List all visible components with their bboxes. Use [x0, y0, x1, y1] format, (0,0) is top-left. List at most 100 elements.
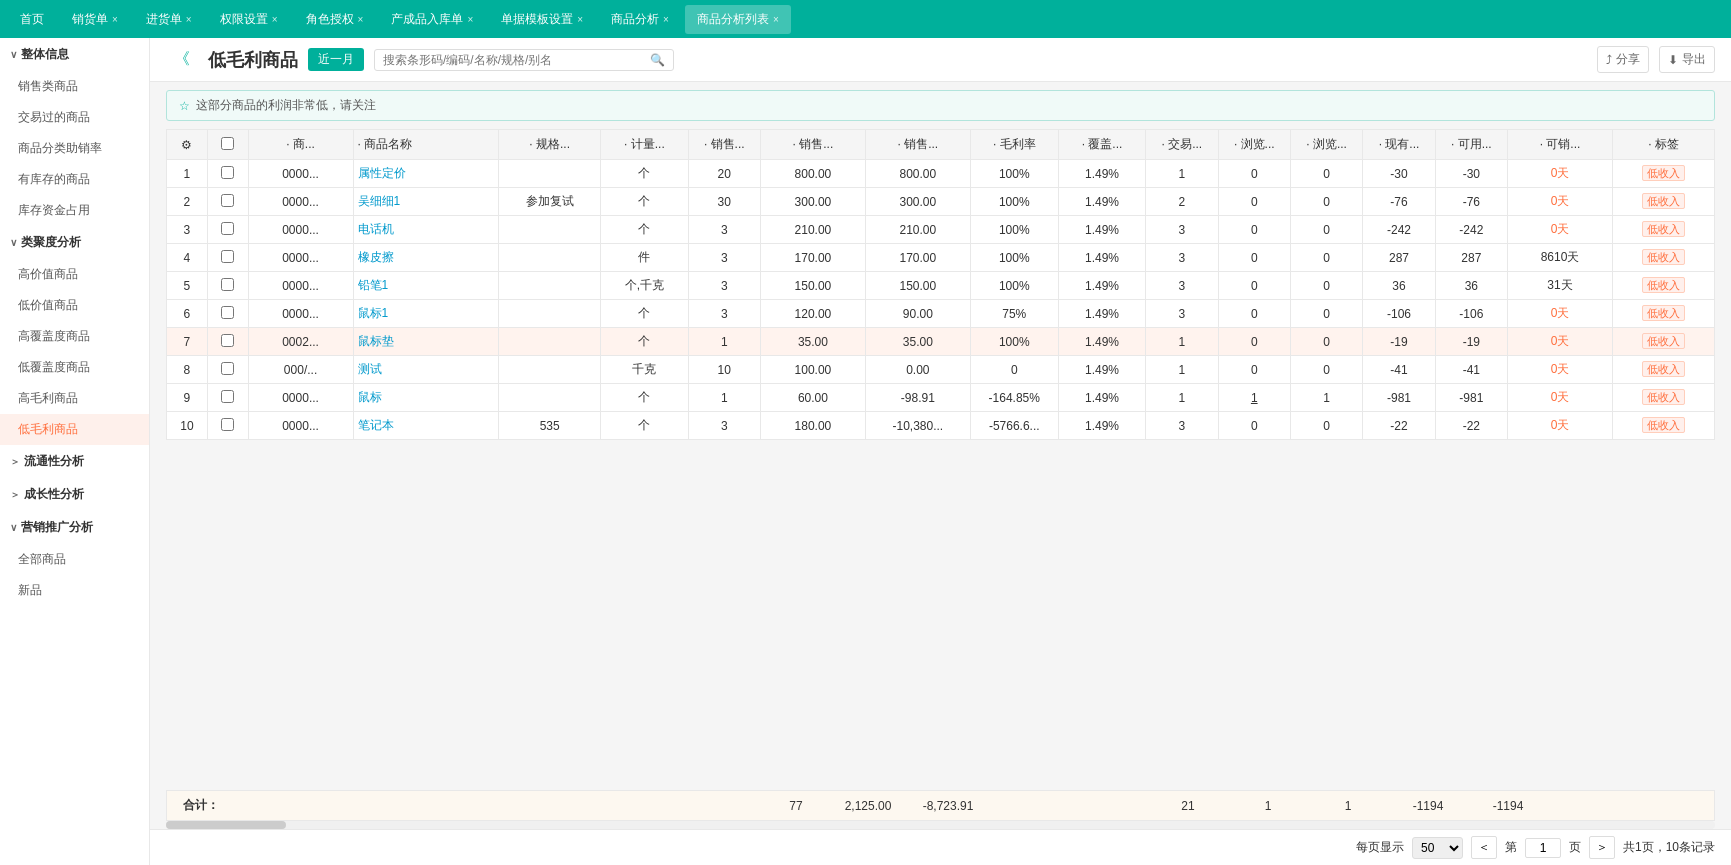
- sidebar-item-low-margin[interactable]: 低毛利商品: [0, 414, 149, 445]
- nav-close-icon[interactable]: ×: [577, 14, 583, 25]
- row-view1: 0: [1218, 188, 1290, 216]
- row-name[interactable]: 铅笔1: [353, 272, 499, 300]
- sidebar-group-circulation[interactable]: ＞ 流通性分析: [0, 445, 149, 478]
- sidebar-item-sales-goods[interactable]: 销售类商品: [0, 71, 149, 102]
- row-name[interactable]: 鼠标1: [353, 300, 499, 328]
- collapse-sidebar-button[interactable]: 《: [166, 49, 198, 70]
- data-table-wrapper[interactable]: ⚙ · 商... · 商品名称 · 规格... · 计量... · 销售... …: [166, 129, 1715, 790]
- row-name[interactable]: 吴细细1: [353, 188, 499, 216]
- row-checkbox[interactable]: [207, 160, 248, 188]
- sidebar-group-cluster[interactable]: ∨ 类聚度分析: [0, 226, 149, 259]
- sidebar-item-traded-goods[interactable]: 交易过的商品: [0, 102, 149, 133]
- row-available: -106: [1435, 300, 1507, 328]
- row-select-checkbox[interactable]: [221, 334, 234, 347]
- nav-role-auth[interactable]: 角色授权 ×: [294, 5, 376, 34]
- sidebar-group-marketing[interactable]: ∨ 营销推广分析: [0, 511, 149, 544]
- row-checkbox[interactable]: [207, 384, 248, 412]
- col-coverage-header: · 覆盖...: [1058, 130, 1145, 160]
- col-view2-header: · 浏览...: [1290, 130, 1362, 160]
- sidebar-item-new-goods[interactable]: 新品: [0, 575, 149, 606]
- row-checkbox[interactable]: [207, 328, 248, 356]
- col-settings[interactable]: ⚙: [167, 130, 208, 160]
- row-sales-qty: 3: [688, 412, 760, 440]
- row-sales-amount: 100.00: [760, 356, 865, 384]
- row-name[interactable]: 属性定价: [353, 160, 499, 188]
- row-select-checkbox[interactable]: [221, 418, 234, 431]
- row-saleable: 0天: [1508, 328, 1613, 356]
- nav-close-icon[interactable]: ×: [773, 14, 779, 25]
- row-select-checkbox[interactable]: [221, 278, 234, 291]
- row-name[interactable]: 电话机: [353, 216, 499, 244]
- sidebar-item-low-value[interactable]: 低价值商品: [0, 290, 149, 321]
- horizontal-scrollbar[interactable]: [166, 821, 1715, 829]
- row-sales-profit: 150.00: [865, 272, 970, 300]
- row-checkbox[interactable]: [207, 272, 248, 300]
- search-input[interactable]: [383, 53, 650, 67]
- row-checkbox[interactable]: [207, 300, 248, 328]
- sidebar-item-high-margin[interactable]: 高毛利商品: [0, 383, 149, 414]
- scrollbar-thumb[interactable]: [166, 821, 286, 829]
- nav-product-analysis-list[interactable]: 商品分析列表 ×: [685, 5, 791, 34]
- row-checkbox[interactable]: [207, 412, 248, 440]
- row-checkbox[interactable]: [207, 216, 248, 244]
- nav-purchase-order[interactable]: 进货单 ×: [134, 5, 204, 34]
- filter-recent-month-button[interactable]: 近一月: [308, 48, 364, 71]
- sidebar-group-overall[interactable]: ∨ 整体信息: [0, 38, 149, 71]
- nav-close-icon[interactable]: ×: [272, 14, 278, 25]
- sidebar-item-category-rate[interactable]: 商品分类助销率: [0, 133, 149, 164]
- share-button[interactable]: ⤴ 分享: [1597, 46, 1649, 73]
- nav-product-in[interactable]: 产成品入库单 ×: [379, 5, 485, 34]
- page-size-select[interactable]: 50 100 200: [1412, 837, 1463, 859]
- row-name[interactable]: 鼠标: [353, 384, 499, 412]
- row-name[interactable]: 鼠标垫: [353, 328, 499, 356]
- row-checkbox[interactable]: [207, 356, 248, 384]
- row-view2: 0: [1290, 160, 1362, 188]
- row-sales-qty: 30: [688, 188, 760, 216]
- row-sales-amount: 210.00: [760, 216, 865, 244]
- export-button[interactable]: ⬇ 导出: [1659, 46, 1715, 73]
- prev-page-button[interactable]: ＜: [1471, 836, 1497, 859]
- row-checkbox[interactable]: [207, 188, 248, 216]
- table-row: 9 0000... 鼠标 个 1 60.00 -98.91 -164.85% 1…: [167, 384, 1715, 412]
- row-sales-profit: 0.00: [865, 356, 970, 384]
- sidebar-item-low-coverage[interactable]: 低覆盖度商品: [0, 352, 149, 383]
- sidebar-item-stocked-goods[interactable]: 有库存的商品: [0, 164, 149, 195]
- row-select-checkbox[interactable]: [221, 362, 234, 375]
- row-select-checkbox[interactable]: [221, 250, 234, 263]
- sidebar-item-all-goods[interactable]: 全部商品: [0, 544, 149, 575]
- row-view1[interactable]: 1: [1218, 384, 1290, 412]
- nav-template-settings[interactable]: 单据模板设置 ×: [489, 5, 595, 34]
- next-page-button[interactable]: ＞: [1589, 836, 1615, 859]
- row-select-checkbox[interactable]: [221, 222, 234, 235]
- row-available: -242: [1435, 216, 1507, 244]
- row-select-checkbox[interactable]: [221, 194, 234, 207]
- row-select-checkbox[interactable]: [221, 166, 234, 179]
- row-select-checkbox[interactable]: [221, 390, 234, 403]
- sidebar-item-high-value[interactable]: 高价值商品: [0, 259, 149, 290]
- sidebar-item-high-coverage[interactable]: 高覆盖度商品: [0, 321, 149, 352]
- nav-permissions[interactable]: 权限设置 ×: [208, 5, 290, 34]
- row-name[interactable]: 测试: [353, 356, 499, 384]
- col-view1-header: · 浏览...: [1218, 130, 1290, 160]
- row-name[interactable]: 笔记本: [353, 412, 499, 440]
- nav-home[interactable]: 首页: [8, 5, 56, 34]
- nav-sales-order[interactable]: 销货单 ×: [60, 5, 130, 34]
- nav-close-icon[interactable]: ×: [112, 14, 118, 25]
- row-spec: [499, 356, 601, 384]
- row-checkbox[interactable]: [207, 244, 248, 272]
- nav-close-icon[interactable]: ×: [358, 14, 364, 25]
- nav-product-analysis[interactable]: 商品分析 ×: [599, 5, 681, 34]
- sidebar-item-stock-capital[interactable]: 库存资金占用: [0, 195, 149, 226]
- sidebar-group-growth[interactable]: ＞ 成长性分析: [0, 478, 149, 511]
- row-name[interactable]: 橡皮擦: [353, 244, 499, 272]
- row-current-stock: 36: [1363, 272, 1435, 300]
- row-current-stock: -242: [1363, 216, 1435, 244]
- nav-close-icon[interactable]: ×: [467, 14, 473, 25]
- chevron-down-icon: ∨: [10, 49, 17, 60]
- nav-close-icon[interactable]: ×: [663, 14, 669, 25]
- search-icon[interactable]: 🔍: [650, 53, 665, 67]
- page-number-input[interactable]: [1525, 838, 1561, 858]
- row-select-checkbox[interactable]: [221, 306, 234, 319]
- nav-close-icon[interactable]: ×: [186, 14, 192, 25]
- select-all-checkbox[interactable]: [221, 137, 234, 150]
